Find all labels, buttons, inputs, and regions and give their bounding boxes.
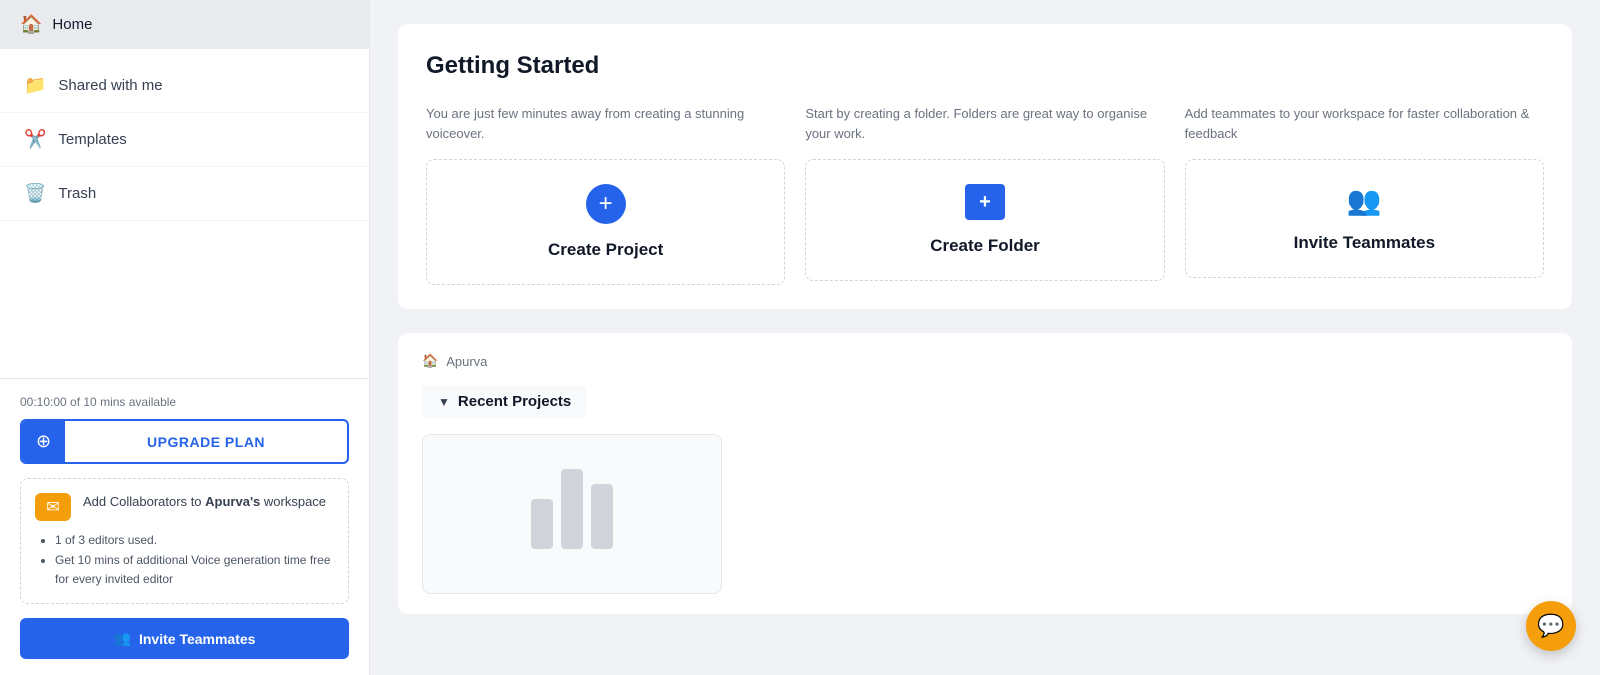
home-icon: 🏠 <box>20 14 42 35</box>
sidebar: 🏠 Home 📁 Shared with me ✂️ Templates 🗑️ … <box>0 0 370 675</box>
upgrade-plan-button[interactable]: ⊕ UPGRADE PLAN <box>20 419 349 464</box>
collab-title-prefix: Add Collaborators <box>83 494 187 509</box>
placeholder-bar-1 <box>531 499 553 549</box>
create-folder-icon: + <box>965 184 1005 220</box>
invite-column: Add teammates to your workspace for fast… <box>1185 104 1544 285</box>
workspace-home-icon: 🏠 <box>422 353 438 369</box>
templates-icon: ✂️ <box>24 129 46 150</box>
invite-teammates-button[interactable]: 👥 Invite Teammates <box>20 618 349 659</box>
upgrade-icon: ⊕ <box>36 431 51 452</box>
sidebar-item-templates-label: Templates <box>58 131 126 148</box>
workspace-name: Apurva <box>446 354 487 369</box>
create-folder-label: Create Folder <box>930 236 1040 256</box>
create-folder-card[interactable]: + Create Folder <box>805 159 1164 281</box>
sidebar-home-item[interactable]: 🏠 Home <box>0 0 369 49</box>
invite-card[interactable]: 👥 Invite Teammates <box>1185 159 1544 278</box>
invite-card-label: Invite Teammates <box>1294 233 1435 253</box>
create-project-card[interactable]: + Create Project <box>426 159 785 285</box>
placeholder-bar-3 <box>591 484 613 549</box>
collab-title: Add Collaborators to Apurva's workspace <box>83 493 326 511</box>
project-card-placeholder <box>422 434 722 594</box>
getting-started-card: Getting Started You are just few minutes… <box>398 24 1572 309</box>
sidebar-item-shared-label: Shared with me <box>58 77 162 94</box>
collaborators-box: ✉ Add Collaborators to Apurva's workspac… <box>20 478 349 604</box>
sidebar-item-trash-label: Trash <box>58 185 96 202</box>
chevron-down-icon: ▼ <box>438 395 450 409</box>
collab-workspace-name: Apurva's <box>205 494 260 509</box>
upgrade-icon-part: ⊕ <box>22 421 65 462</box>
recent-projects-toggle[interactable]: ▼ Recent Projects <box>422 385 587 418</box>
collab-title-middle: to <box>191 494 205 509</box>
action-cards-grid: You are just few minutes away from creat… <box>426 104 1544 285</box>
create-project-label: Create Project <box>548 240 663 260</box>
create-folder-desc: Start by creating a folder. Folders are … <box>805 104 1164 143</box>
collab-point-2: Get 10 mins of additional Voice generati… <box>55 551 334 589</box>
invite-desc: Add teammates to your workspace for fast… <box>1185 104 1544 143</box>
main-content: Getting Started You are just few minutes… <box>370 0 1600 675</box>
sidebar-item-shared[interactable]: 📁 Shared with me <box>0 59 369 113</box>
create-folder-column: Start by creating a folder. Folders are … <box>805 104 1164 285</box>
getting-started-title: Getting Started <box>426 52 1544 80</box>
sidebar-item-trash[interactable]: 🗑️ Trash <box>0 167 369 221</box>
shared-icon: 📁 <box>24 75 46 96</box>
collab-point-1: 1 of 3 editors used. <box>55 531 334 550</box>
chat-bubble-button[interactable]: 💬 <box>1526 601 1576 651</box>
chat-icon: 💬 <box>1537 613 1564 639</box>
sidebar-item-templates[interactable]: ✂️ Templates <box>0 113 369 167</box>
invite-icon: 👥 <box>114 630 131 647</box>
sidebar-nav: 📁 Shared with me ✂️ Templates 🗑️ Trash <box>0 49 369 378</box>
collab-list: 1 of 3 editors used. Get 10 mins of addi… <box>55 531 334 589</box>
upgrade-btn-label: UPGRADE PLAN <box>65 434 347 450</box>
collab-header: ✉ Add Collaborators to Apurva's workspac… <box>35 493 334 521</box>
recent-projects-label: Recent Projects <box>458 393 571 410</box>
placeholder-bars <box>531 479 613 549</box>
workspace-section: 🏠 Apurva ▼ Recent Projects <box>398 333 1572 614</box>
workspace-breadcrumb: 🏠 Apurva <box>422 353 1548 369</box>
invite-teammates-icon: 👥 <box>1347 184 1382 217</box>
usage-text: 00:10:00 of 10 mins available <box>20 395 349 409</box>
placeholder-bar-2 <box>561 469 583 549</box>
email-icon: ✉ <box>35 493 71 521</box>
create-project-icon: + <box>586 184 626 224</box>
trash-icon: 🗑️ <box>24 183 46 204</box>
sidebar-bottom: 00:10:00 of 10 mins available ⊕ UPGRADE … <box>0 378 369 675</box>
create-project-column: You are just few minutes away from creat… <box>426 104 785 285</box>
create-project-desc: You are just few minutes away from creat… <box>426 104 785 143</box>
invite-btn-label: Invite Teammates <box>139 631 255 647</box>
sidebar-home-label: Home <box>52 16 92 33</box>
